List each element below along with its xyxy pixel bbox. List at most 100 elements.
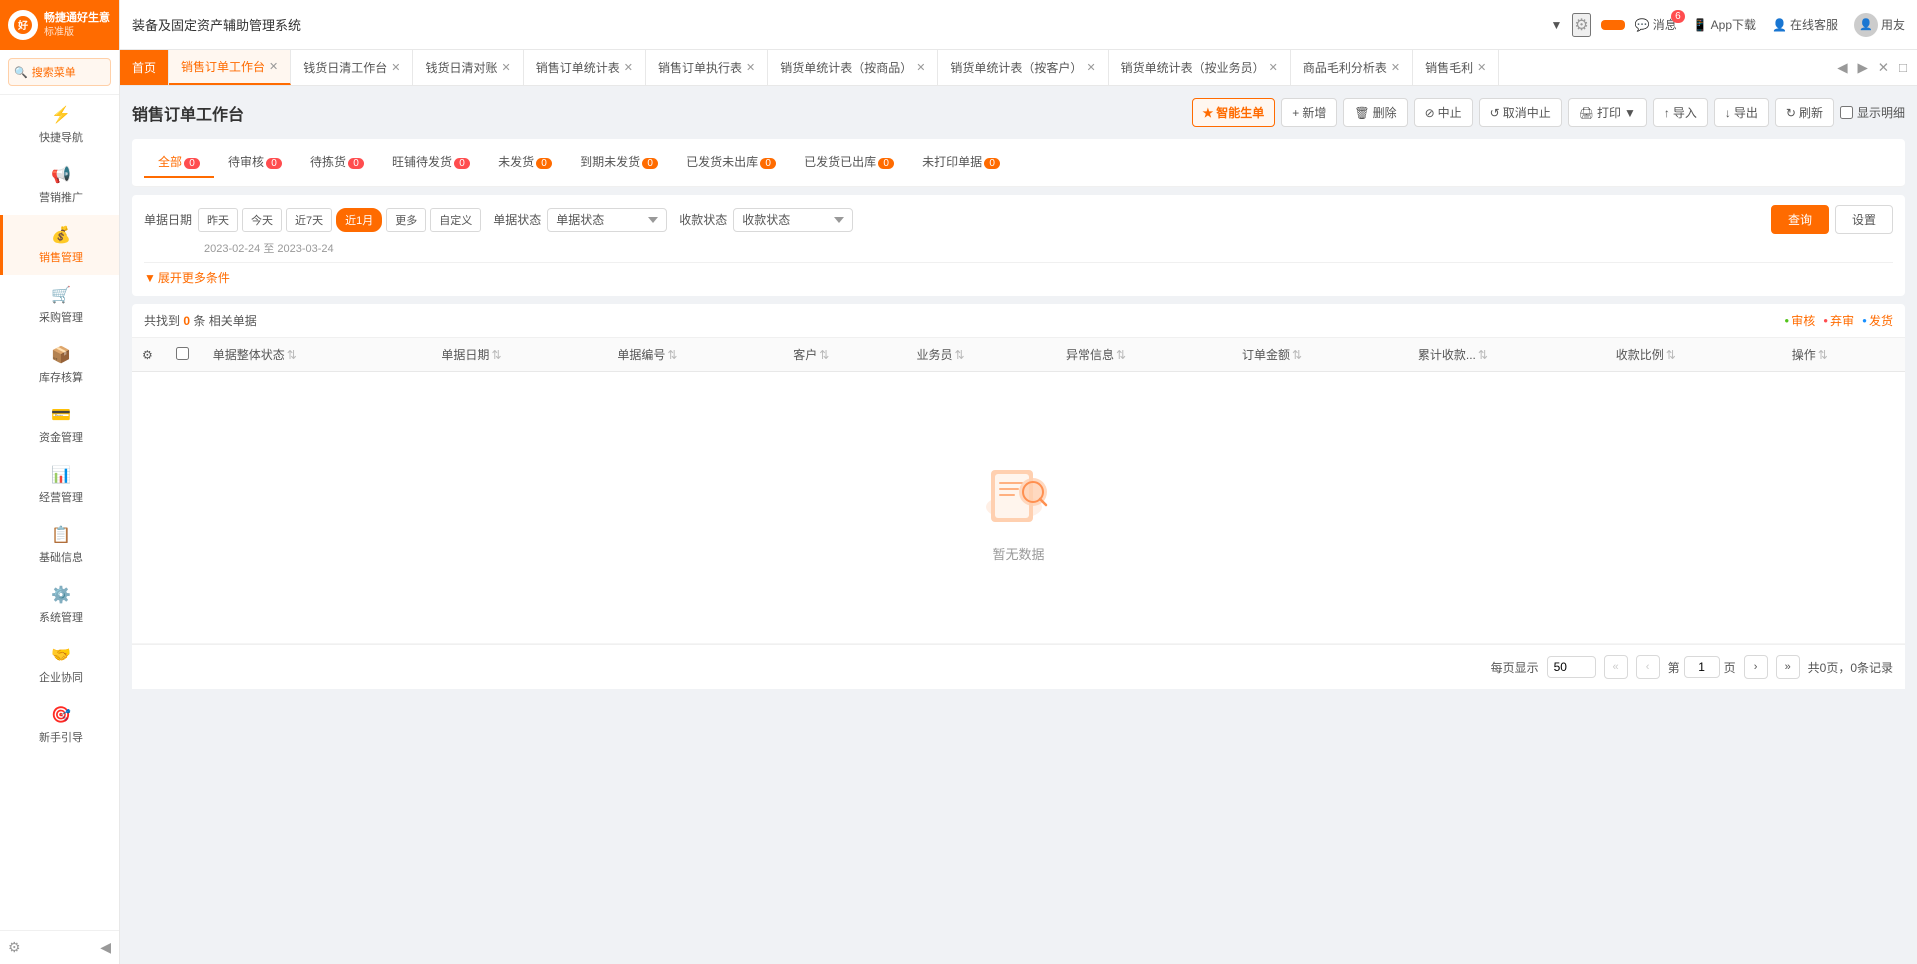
tab-close-sales-workbench[interactable]: ✕ xyxy=(269,60,278,73)
tab-sales-profit[interactable]: 销售毛利✕ xyxy=(1413,50,1499,85)
date-btn-自定义[interactable]: 自定义 xyxy=(430,208,481,232)
sort-icon-date: ⇅ xyxy=(491,348,501,362)
filter-tab-expired-not-shipped[interactable]: 到期未发货0 xyxy=(566,147,672,178)
tab-sales-exec[interactable]: 销售订单执行表✕ xyxy=(646,50,768,85)
tab-close-cash-reconcile[interactable]: ✕ xyxy=(502,61,511,74)
user-menu[interactable]: 👤 用友 xyxy=(1854,13,1905,37)
sidebar: 好 畅捷通好生意 标准版 🔍 搜索菜单 ⚡快捷导航📢营销推广💰销售管理🛒采购管理… xyxy=(0,0,120,964)
filter-tab-wangpu-pending[interactable]: 旺铺待发货0 xyxy=(378,147,484,178)
refresh-button[interactable]: ↻ 刷新 xyxy=(1775,98,1834,127)
sidebar-item-guide[interactable]: 🎯新手引导 xyxy=(0,695,119,755)
next-page-button[interactable]: › xyxy=(1744,655,1768,679)
ai-generate-button[interactable]: ★ 智能生单 xyxy=(1192,98,1276,127)
col-header-customer: 客户⇅ xyxy=(783,338,906,372)
tab-goods-margin[interactable]: 商品毛利分析表✕ xyxy=(1291,50,1413,85)
date-btn-昨天[interactable]: 昨天 xyxy=(198,208,238,232)
tab-home[interactable]: 首页 xyxy=(120,50,169,85)
date-btn-更多[interactable]: 更多 xyxy=(386,208,426,232)
sidebar-item-enterprise[interactable]: 🤝企业协同 xyxy=(0,635,119,695)
sidebar-item-operations[interactable]: 📊经营管理 xyxy=(0,455,119,515)
print-button[interactable]: 🖨 打印 ▼ xyxy=(1568,98,1647,127)
delete-button[interactable]: 🗑 删除 xyxy=(1343,98,1407,127)
last-page-button[interactable]: » xyxy=(1776,655,1800,679)
date-btn-今天[interactable]: 今天 xyxy=(242,208,282,232)
query-button[interactable]: 查询 xyxy=(1771,205,1829,234)
cancel-stop-button[interactable]: ↺ 取消中止 xyxy=(1479,98,1562,127)
tab-list: 首页销售订单工作台✕钱货日清工作台✕钱货日清对账✕销售订单统计表✕销售订单执行表… xyxy=(120,50,1827,85)
tab-close-sales-summary-product[interactable]: ✕ xyxy=(916,61,925,74)
tab-close-sales-summary-customer[interactable]: ✕ xyxy=(1086,61,1095,74)
online-service-button[interactable]: 👤 在线客服 xyxy=(1772,16,1838,33)
sidebar-item-finance[interactable]: 💳资金管理 xyxy=(0,395,119,455)
payment-select[interactable]: 收款状态 xyxy=(733,208,853,232)
tab-sales-summary-customer[interactable]: 销货单统计表（按客户）✕ xyxy=(938,50,1108,85)
tab-close-sales-exec[interactable]: ✕ xyxy=(746,61,755,74)
system-dropdown[interactable]: ▼ xyxy=(1551,18,1563,32)
filter-tab-not-shipped[interactable]: 未发货0 xyxy=(484,147,566,178)
tab-maximize[interactable]: □ xyxy=(1895,58,1911,77)
prev-page-button[interactable]: ‹ xyxy=(1636,655,1660,679)
tab-sales-workbench[interactable]: 销售订单工作台✕ xyxy=(169,50,291,85)
col-header-status: 单据整体状态⇅ xyxy=(203,338,432,372)
tab-sales-summary-staff[interactable]: 销货单统计表（按业务员）✕ xyxy=(1109,50,1291,85)
tab-close-cash-daily[interactable]: ✕ xyxy=(391,61,400,74)
stop-button[interactable]: ⊘ 中止 xyxy=(1414,98,1473,127)
filter-tab-not-printed[interactable]: 未打印单据0 xyxy=(908,147,1014,178)
expand-button[interactable]: ▼ 展开更多条件 xyxy=(144,269,1893,286)
page-size-select[interactable]: 102050100 xyxy=(1547,656,1596,678)
search-menu-button[interactable]: 🔍 搜索菜单 xyxy=(8,58,111,86)
import-button[interactable]: ↑ 导入 xyxy=(1653,98,1708,127)
message-button[interactable]: 💬 消息 6 xyxy=(1635,16,1677,33)
tab-cash-reconcile[interactable]: 钱货日清对账✕ xyxy=(413,50,523,85)
export-button[interactable]: ↓ 导出 xyxy=(1714,98,1769,127)
quick-action-cancel-review[interactable]: 弃审 xyxy=(1823,312,1854,329)
industry-button[interactable] xyxy=(1601,20,1625,30)
tab-label-cash-daily: 钱货日清工作台 xyxy=(303,59,387,76)
tab-sales-stats[interactable]: 销售订单统计表✕ xyxy=(524,50,646,85)
sidebar-item-purchase[interactable]: 🛒采购管理 xyxy=(0,275,119,335)
date-btn-近7天[interactable]: 近7天 xyxy=(286,208,332,232)
sidebar-item-basic-info[interactable]: 📋基础信息 xyxy=(0,515,119,575)
sidebar-item-system[interactable]: ⚙️系统管理 xyxy=(0,575,119,635)
tab-scroll-left[interactable]: ◀ xyxy=(1833,58,1851,78)
tab-close-sales-profit[interactable]: ✕ xyxy=(1477,61,1486,74)
sidebar-item-inventory[interactable]: 📦库存核算 xyxy=(0,335,119,395)
filter-tab-all[interactable]: 全部0 xyxy=(144,147,214,178)
sort-icon-accumulated: ⇅ xyxy=(1478,348,1488,362)
tab-close-all[interactable]: ✕ xyxy=(1874,58,1893,78)
quick-action-review[interactable]: 审核 xyxy=(1784,312,1815,329)
settings-icon[interactable]: ⚙ xyxy=(142,348,153,362)
topbar-settings-icon[interactable]: ⚙ xyxy=(1572,13,1590,37)
first-page-button[interactable]: « xyxy=(1604,655,1628,679)
message-badge: 6 xyxy=(1671,10,1685,23)
add-button[interactable]: + 新增 xyxy=(1281,98,1337,127)
filter-tab-pending-inspect[interactable]: 待拣货0 xyxy=(296,147,378,178)
settings-icon[interactable]: ⚙ xyxy=(8,939,21,956)
tab-bar: 首页销售订单工作台✕钱货日清工作台✕钱货日清对账✕销售订单统计表✕销售订单执行表… xyxy=(120,50,1917,86)
filter-tab-shipped-out[interactable]: 已发货已出库0 xyxy=(790,147,908,178)
nav-label-quick-nav: 快捷导航 xyxy=(39,129,83,145)
setting-button[interactable]: 设置 xyxy=(1835,205,1893,234)
tab-close-goods-margin[interactable]: ✕ xyxy=(1391,61,1400,74)
tab-cash-daily[interactable]: 钱货日清工作台 ✕ xyxy=(291,50,413,85)
quick-action-ship[interactable]: 发货 xyxy=(1862,312,1893,329)
nav-label-system: 系统管理 xyxy=(39,609,83,625)
tab-sales-summary-product[interactable]: 销货单统计表（按商品）✕ xyxy=(768,50,938,85)
page-number-input[interactable] xyxy=(1684,656,1720,678)
tab-close-sales-stats[interactable]: ✕ xyxy=(624,61,633,74)
sidebar-item-marketing[interactable]: 📢营销推广 xyxy=(0,155,119,215)
tab-scroll-right[interactable]: ▶ xyxy=(1854,58,1872,78)
sidebar-item-quick-nav[interactable]: ⚡快捷导航 xyxy=(0,95,119,155)
show-detail-checkbox[interactable]: 显示明细 xyxy=(1840,104,1905,121)
filter-tab-label-shipped-out: 已发货已出库 xyxy=(804,155,876,169)
date-btn-近1月[interactable]: 近1月 xyxy=(336,208,382,232)
status-select[interactable]: 单据状态 xyxy=(547,208,667,232)
select-all-checkbox[interactable] xyxy=(176,347,189,360)
filter-tab-pending-review[interactable]: 待审核0 xyxy=(214,147,296,178)
tab-close-sales-summary-staff[interactable]: ✕ xyxy=(1269,61,1278,74)
collapse-icon[interactable]: ◀ xyxy=(100,939,111,956)
filter-tab-shipped-not-out[interactable]: 已发货未出库0 xyxy=(672,147,790,178)
app-download-button[interactable]: 📱 App下载 xyxy=(1693,16,1756,33)
sidebar-item-sales[interactable]: 💰销售管理 xyxy=(0,215,119,275)
filter-tab-count-not-printed: 0 xyxy=(984,158,1000,169)
